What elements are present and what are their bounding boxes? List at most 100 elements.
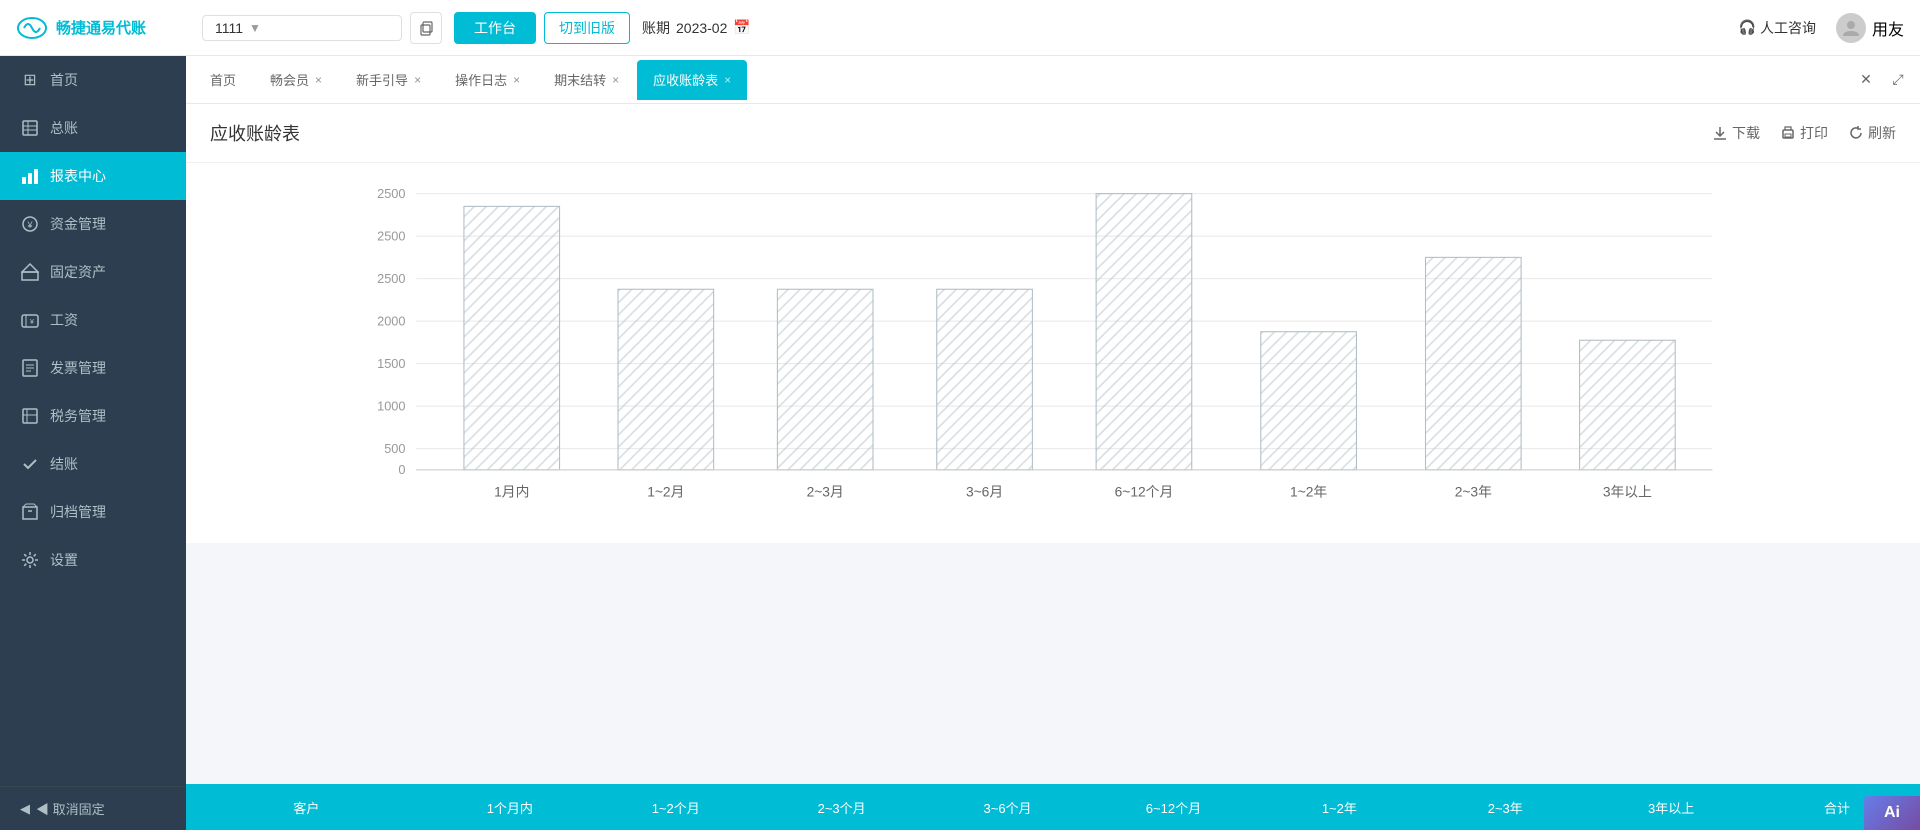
sidebar-item-salary[interactable]: ¥ 工资 [0, 296, 186, 344]
ai-badge[interactable]: Ai [1864, 796, 1920, 830]
sidebar-item-reports[interactable]: 报表中心 [0, 152, 186, 200]
calendar-icon[interactable]: 📅 [733, 19, 750, 36]
tab-label: 操作日志 [455, 70, 507, 89]
table-header: 客户 1个月内 1~2个月 2~3个月 3~6个月 6~12个月 1~2年 2~… [186, 784, 1920, 830]
tab-label: 首页 [210, 70, 236, 89]
ledger-icon [20, 118, 40, 138]
sidebar-item-archive[interactable]: 归档管理 [0, 488, 186, 536]
page-title-bar: 应收账龄表 下载 打印 刷新 [186, 104, 1920, 163]
chart-wrapper: 2500 2500 2500 2000 1500 1000 500 0 [206, 183, 1880, 523]
checkout-icon [20, 454, 40, 474]
sidebar-item-label: 发票管理 [50, 358, 106, 378]
svg-text:6~12个月: 6~12个月 [1115, 483, 1174, 499]
avatar [1836, 13, 1866, 43]
sidebar-item-label: 设置 [50, 550, 78, 570]
sidebar-footer[interactable]: ◀ ◀ 取消固定 [0, 786, 186, 830]
workbench-button[interactable]: 工作台 [454, 12, 536, 44]
user-area[interactable]: 用友 [1836, 13, 1904, 43]
sidebar-item-funds[interactable]: ¥ 资金管理 [0, 200, 186, 248]
svg-text:3年以上: 3年以上 [1603, 483, 1652, 499]
page-actions: 下载 打印 刷新 [1712, 123, 1896, 143]
sidebar-item-tax[interactable]: 税务管理 [0, 392, 186, 440]
header-right: 🎧 人工咨询 用友 [1739, 13, 1904, 43]
consult-label: 人工咨询 [1760, 18, 1816, 38]
switch-version-button[interactable]: 切到旧版 [544, 12, 630, 44]
invoice-icon [20, 358, 40, 378]
svg-text:1000: 1000 [377, 398, 405, 413]
chevron-down-icon: ▼ [249, 21, 261, 35]
tab-label: 应收账龄表 [653, 70, 718, 89]
funds-icon: ¥ [20, 214, 40, 234]
copy-icon [418, 20, 434, 36]
print-button[interactable]: 打印 [1780, 123, 1828, 143]
download-icon [1712, 125, 1728, 141]
consult-button[interactable]: 🎧 人工咨询 [1739, 18, 1816, 38]
tab-close-icon[interactable]: × [414, 73, 421, 87]
th-1month: 1个月内 [427, 798, 593, 817]
svg-text:2~3年: 2~3年 [1455, 483, 1492, 499]
period-label: 账期 [642, 18, 670, 38]
tabs-bar: 首页 畅会员 × 新手引导 × 操作日志 × 期末结转 × 应收账龄表 × [186, 56, 1920, 104]
tab-home[interactable]: 首页 [194, 60, 252, 100]
refresh-button[interactable]: 刷新 [1848, 123, 1896, 143]
tab-close-icon[interactable]: × [724, 73, 731, 87]
sidebar-item-label: 首页 [50, 70, 78, 90]
sidebar-item-label: 归档管理 [50, 502, 106, 522]
tab-label: 期末结转 [554, 70, 606, 89]
svg-text:1月内: 1月内 [494, 483, 529, 499]
user-name: 用友 [1872, 16, 1904, 40]
svg-text:2000: 2000 [377, 313, 405, 328]
th-3year-plus: 3年以上 [1588, 798, 1754, 817]
sidebar-item-label: 工资 [50, 310, 78, 330]
expand-tab-button[interactable]: ⤢ [1884, 66, 1912, 94]
period-area: 账期 2023-02 📅 [642, 18, 751, 38]
tab-label: 新手引导 [356, 70, 408, 89]
tab-member[interactable]: 畅会员 × [254, 60, 338, 100]
top-header: 畅捷通易代账 1111 ▼ 工作台 切到旧版 账期 2023-02 📅 🎧 人工… [0, 0, 1920, 56]
close-tab-button[interactable]: ✕ [1852, 66, 1880, 94]
svg-text:1500: 1500 [377, 356, 405, 371]
tab-close-icon[interactable]: × [315, 73, 322, 87]
sidebar-item-label: 报表中心 [50, 166, 106, 186]
sidebar-item-invoice[interactable]: 发票管理 [0, 344, 186, 392]
download-label: 下载 [1732, 123, 1760, 143]
th-6-12month: 6~12个月 [1090, 798, 1256, 817]
th-customer: 客户 [186, 798, 427, 817]
assets-icon [20, 262, 40, 282]
sidebar: ⊞ 首页 总账 报表中心 ¥ 资金管理 [0, 56, 186, 830]
logo-area: 畅捷通易代账 [16, 12, 202, 44]
sidebar-item-settings[interactable]: 设置 [0, 536, 186, 584]
sidebar-item-home[interactable]: ⊞ 首页 [0, 56, 186, 104]
sidebar-scroll: ⊞ 首页 总账 报表中心 ¥ 资金管理 [0, 56, 186, 786]
settings-icon [20, 550, 40, 570]
sidebar-item-assets[interactable]: 固定资产 [0, 248, 186, 296]
content-area: 首页 畅会员 × 新手引导 × 操作日志 × 期末结转 × 应收账龄表 × [186, 56, 1920, 830]
ai-label: Ai [1884, 804, 1900, 821]
tab-log[interactable]: 操作日志 × [439, 60, 536, 100]
tab-close-icon[interactable]: × [612, 73, 619, 87]
svg-text:1~2月: 1~2月 [647, 483, 684, 499]
sidebar-item-ledger[interactable]: 总账 [0, 104, 186, 152]
svg-text:2500: 2500 [377, 228, 405, 243]
tab-aging[interactable]: 应收账龄表 × [637, 60, 747, 100]
chart-container: 2500 2500 2500 2000 1500 1000 500 0 [186, 163, 1920, 543]
salary-icon: ¥ [20, 310, 40, 330]
th-2-3year: 2~3年 [1422, 798, 1588, 817]
tab-period-end[interactable]: 期末结转 × [538, 60, 635, 100]
th-2-3month: 2~3个月 [759, 798, 925, 817]
company-selector[interactable]: 1111 ▼ [202, 15, 402, 41]
tab-close-icon[interactable]: × [513, 73, 520, 87]
archive-icon [20, 502, 40, 522]
unpin-icon: ◀ [20, 801, 30, 817]
svg-text:2500: 2500 [377, 271, 405, 286]
sidebar-item-checkout[interactable]: 结账 [0, 440, 186, 488]
copy-button[interactable] [410, 12, 442, 44]
sidebar-item-label: 固定资产 [50, 262, 106, 282]
download-button[interactable]: 下载 [1712, 123, 1760, 143]
svg-text:500: 500 [384, 441, 405, 456]
home-icon: ⊞ [20, 70, 40, 90]
refresh-label: 刷新 [1868, 123, 1896, 143]
svg-text:2~3月: 2~3月 [807, 483, 844, 499]
sidebar-item-label: 资金管理 [50, 214, 106, 234]
tab-guide[interactable]: 新手引导 × [340, 60, 437, 100]
